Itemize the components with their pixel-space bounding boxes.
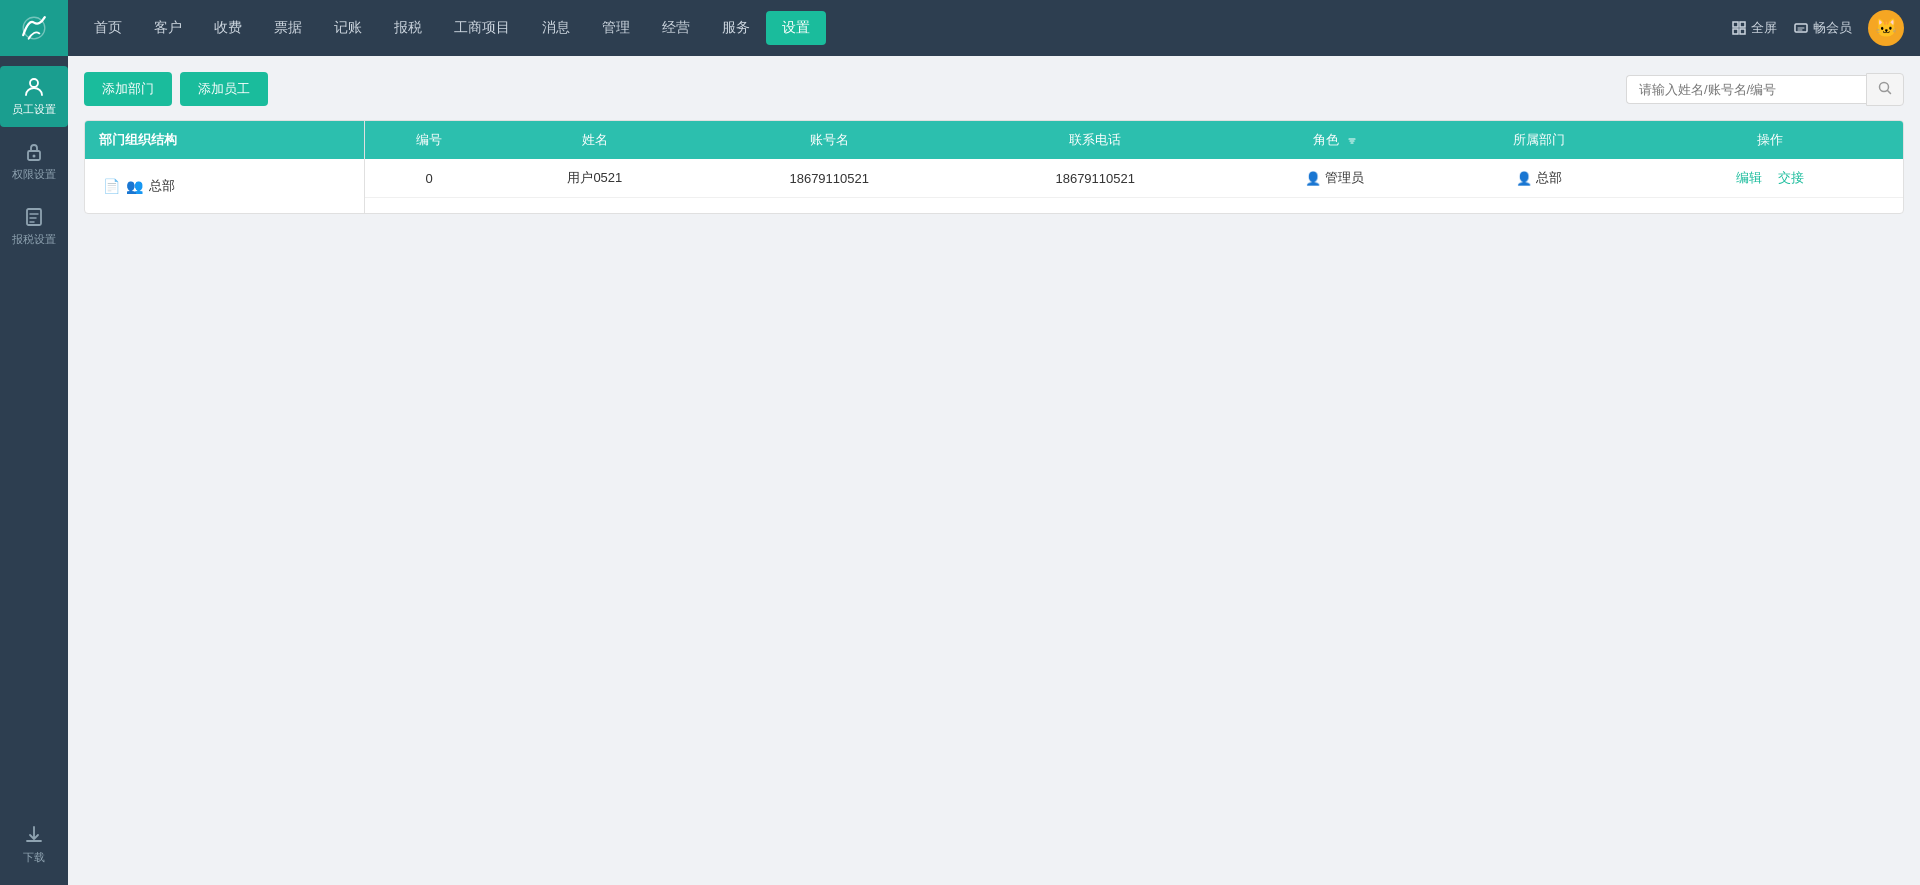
col-name: 姓名 (493, 121, 696, 159)
nav-operation[interactable]: 经营 (646, 11, 706, 45)
logo-icon (16, 10, 52, 46)
fullscreen-btn[interactable]: 全屏 (1731, 19, 1777, 37)
nav-service[interactable]: 服务 (706, 11, 766, 45)
nav-business[interactable]: 工商项目 (438, 11, 526, 45)
cell-phone: 18679110521 (962, 159, 1228, 198)
transfer-link[interactable]: 交接 (1778, 170, 1804, 185)
add-dept-button[interactable]: 添加部门 (84, 72, 172, 106)
lock-icon (23, 141, 45, 163)
tree-item-label: 总部 (149, 177, 175, 195)
nav-right: 全屏 畅会员 🐱 (1731, 10, 1920, 46)
role-user-icon: 👤 (1305, 171, 1321, 186)
table-panel: 编号 姓名 账号名 联系电话 角色 所属部门 操作 (365, 121, 1903, 213)
download-icon (23, 824, 45, 846)
table-header-row: 编号 姓名 账号名 联系电话 角色 所属部门 操作 (365, 121, 1903, 159)
cell-role: 👤 管理员 (1228, 159, 1441, 198)
svg-rect-2 (1740, 22, 1745, 27)
employee-table: 编号 姓名 账号名 联系电话 角色 所属部门 操作 (365, 121, 1903, 198)
sidebar-item-tax-settings[interactable]: 报税设置 (0, 196, 68, 257)
nav-manage[interactable]: 管理 (586, 11, 646, 45)
nav-settings[interactable]: 设置 (766, 11, 826, 45)
cell-account: 18679110521 (696, 159, 962, 198)
nav-ticket[interactable]: 票据 (258, 11, 318, 45)
tree-item-root[interactable]: 📄 👥 总部 (95, 169, 354, 203)
search-button[interactable] (1866, 73, 1904, 106)
nav-customer[interactable]: 客户 (138, 11, 198, 45)
nav-items: 首页 客户 收费 票据 记账 报税 工商项目 消息 管理 经营 服务 设置 (68, 11, 1731, 45)
fullscreen-icon (1731, 20, 1747, 36)
member-icon (1793, 20, 1809, 36)
tree-panel: 部门组织结构 📄 👥 总部 (85, 121, 365, 213)
tax-icon (23, 206, 45, 228)
search-icon (1877, 80, 1893, 96)
svg-rect-4 (1740, 29, 1745, 34)
edit-link[interactable]: 编辑 (1736, 170, 1762, 185)
svg-rect-3 (1733, 29, 1738, 34)
cell-dept: 👤 总部 (1441, 159, 1636, 198)
nav-fee[interactable]: 收费 (198, 11, 258, 45)
add-employee-button[interactable]: 添加员工 (180, 72, 268, 106)
svg-rect-1 (1733, 22, 1738, 27)
tree-content: 📄 👥 总部 (85, 159, 364, 213)
top-navigation: 首页 客户 收费 票据 记账 报税 工商项目 消息 管理 经营 服务 设置 全屏 (0, 0, 1920, 56)
logo-area (0, 0, 68, 56)
member-btn[interactable]: 畅会员 (1793, 19, 1852, 37)
sidebar-tax-label: 报税设置 (12, 232, 56, 247)
nav-accounting[interactable]: 记账 (318, 11, 378, 45)
col-action: 操作 (1637, 121, 1903, 159)
search-bar (1626, 73, 1904, 106)
nav-home[interactable]: 首页 (78, 11, 138, 45)
user-group-icon: 👥 (126, 178, 143, 194)
nav-message[interactable]: 消息 (526, 11, 586, 45)
search-input[interactable] (1626, 75, 1866, 104)
filter-icon (1347, 136, 1357, 146)
sidebar-employee-label: 员工设置 (12, 102, 56, 117)
cell-id: 0 (365, 159, 493, 198)
sidebar-download-label: 下载 (23, 850, 45, 865)
person-icon (23, 76, 45, 98)
sidebar-item-employee[interactable]: 员工设置 (0, 66, 68, 127)
main-layout: 员工设置 权限设置 报税设置 下载 (0, 56, 1920, 885)
col-role: 角色 (1228, 121, 1441, 159)
sidebar-item-download[interactable]: 下载 (0, 814, 68, 875)
col-id: 编号 (365, 121, 493, 159)
member-label: 畅会员 (1813, 19, 1852, 37)
sidebar: 员工设置 权限设置 报税设置 下载 (0, 56, 68, 885)
content-area: 添加部门 添加员工 部门组织结构 📄 👥 (68, 56, 1920, 885)
cell-name: 用户0521 (493, 159, 696, 198)
tree-header: 部门组织结构 (85, 121, 364, 159)
dept-user-icon: 👤 (1516, 171, 1532, 186)
fullscreen-label: 全屏 (1751, 19, 1777, 37)
svg-point-8 (33, 155, 36, 158)
nav-tax[interactable]: 报税 (378, 11, 438, 45)
sidebar-permission-label: 权限设置 (12, 167, 56, 182)
user-avatar[interactable]: 🐱 (1868, 10, 1904, 46)
toolbar: 添加部门 添加员工 (84, 72, 1904, 106)
file-icon: 📄 (103, 178, 120, 194)
sidebar-bottom: 下载 (0, 814, 68, 875)
panel-layout: 部门组织结构 📄 👥 总部 编号 姓名 账号名 (84, 120, 1904, 214)
cell-actions: 编辑 交接 (1637, 159, 1903, 198)
sidebar-item-permission[interactable]: 权限设置 (0, 131, 68, 192)
svg-point-6 (30, 79, 38, 87)
col-phone: 联系电话 (962, 121, 1228, 159)
table-row: 0 用户0521 18679110521 18679110521 👤 管理员 (365, 159, 1903, 198)
col-dept: 所属部门 (1441, 121, 1636, 159)
col-account: 账号名 (696, 121, 962, 159)
